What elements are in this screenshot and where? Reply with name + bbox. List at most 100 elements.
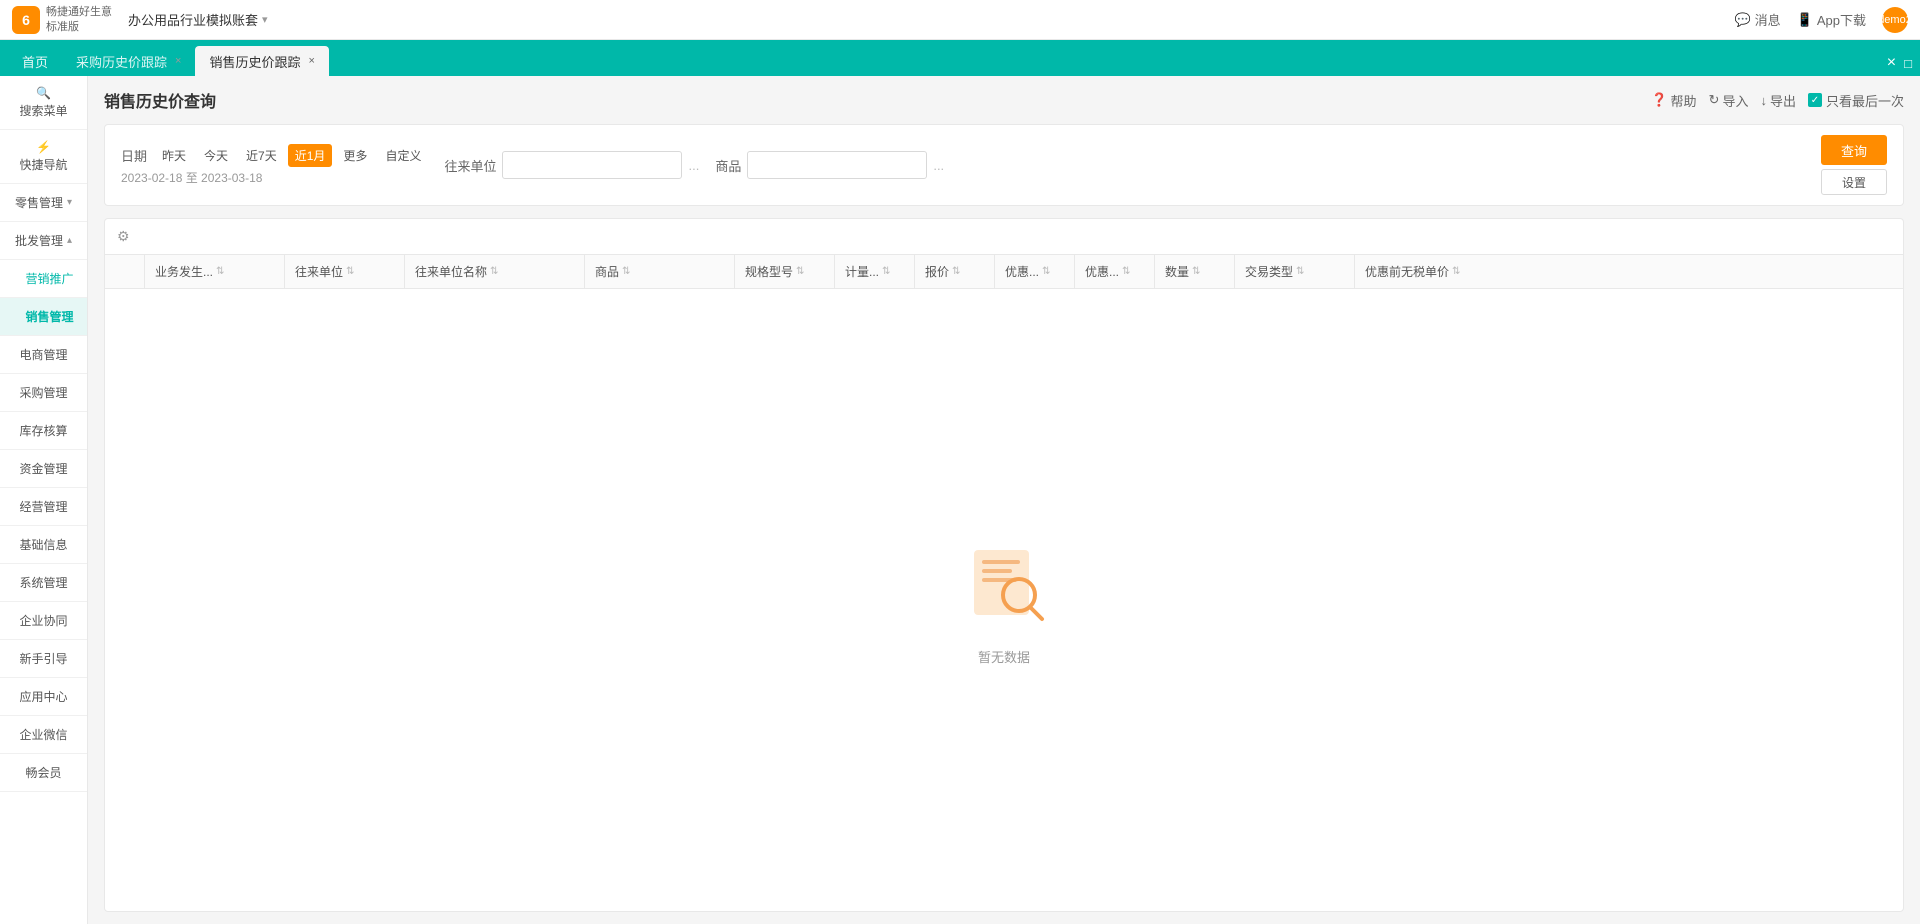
- page-header-actions: ❓ 帮助 ↻ 导入 ↓ 导出 ✓ 只看最后一次: [1651, 91, 1904, 110]
- chevron-down-icon: ▾: [262, 13, 268, 26]
- table-settings-icon[interactable]: ⚙: [117, 228, 130, 245]
- sidebar-item-wholesale-mgmt[interactable]: 批发管理 ▴: [0, 222, 87, 260]
- sidebar-item-search-menu[interactable]: 🔍 搜索菜单: [0, 76, 87, 130]
- product-filter-group: 商品 ...: [715, 151, 944, 179]
- table-container: ⚙ 业务发生... ⇅ 往来单位 ⇅ 往来单位名称 ⇅: [104, 218, 1904, 912]
- tab-purchase-history[interactable]: 采购历史价跟踪 ×: [62, 46, 195, 76]
- app-download-btn[interactable]: 📱 App下载: [1797, 10, 1866, 29]
- chevron-up-icon: ▴: [67, 235, 72, 246]
- th-partner-code[interactable]: 往来单位 ⇅: [285, 255, 405, 288]
- sidebar-item-retail-mgmt[interactable]: 零售管理 ▾: [0, 184, 87, 222]
- tab-bar: 首页 采购历史价跟踪 × 销售历史价跟踪 × × □: [0, 40, 1920, 76]
- partner-input[interactable]: [502, 151, 682, 179]
- sidebar-item-marketing[interactable]: 营销推广: [0, 260, 87, 298]
- workspace-selector[interactable]: 办公用品行业模拟账套 ▾: [120, 10, 276, 29]
- last7days-btn[interactable]: 近7天: [239, 144, 284, 167]
- sidebar-item-system-mgmt[interactable]: 系统管理: [0, 564, 87, 602]
- date-filter-label: 日期: [121, 146, 147, 165]
- maximize-window-btn[interactable]: □: [1904, 56, 1912, 71]
- sidebar: 🔍 搜索菜单 ⚡ 快捷导航 零售管理 ▾ 批发管理 ▴ 营销推广 销售管理 电商…: [0, 76, 88, 924]
- th-spec[interactable]: 规格型号 ⇅: [735, 255, 835, 288]
- product-filter-label: 商品: [715, 156, 741, 175]
- export-icon: ↓: [1760, 93, 1767, 108]
- close-tab-purchase-icon[interactable]: ×: [175, 55, 181, 67]
- more-date-btn[interactable]: 更多: [336, 144, 374, 167]
- sidebar-item-quick-nav[interactable]: ⚡ 快捷导航: [0, 130, 87, 184]
- th-partner-name[interactable]: 往来单位名称 ⇅: [405, 255, 585, 288]
- sort-icon: ⇅: [796, 266, 804, 277]
- top-bar-right: 💬 消息 📱 App下载 demo2: [1734, 7, 1908, 33]
- sidebar-item-new-user-guide[interactable]: 新手引导: [0, 640, 87, 678]
- import-icon: ↻: [1709, 92, 1720, 108]
- filter-right-btns: 查询 设置: [1821, 135, 1887, 195]
- import-btn[interactable]: ↻ 导入: [1709, 91, 1749, 110]
- sidebar-item-sales-mgmt[interactable]: 销售管理: [0, 298, 87, 336]
- sidebar-item-operations-mgmt[interactable]: 经营管理: [0, 488, 87, 526]
- custom-date-btn[interactable]: 自定义: [378, 144, 428, 167]
- filter-bar: 日期 昨天 今天 近7天 近1月 更多 自定义 2023-02-18 至 202…: [104, 124, 1904, 206]
- content-area: 销售历史价查询 ❓ 帮助 ↻ 导入 ↓ 导出 ✓: [88, 76, 1920, 924]
- sidebar-item-app-center[interactable]: 应用中心: [0, 678, 87, 716]
- sort-icon: ⇅: [1122, 266, 1130, 277]
- tab-sales-history[interactable]: 销售历史价跟踪 ×: [195, 46, 328, 76]
- product-input[interactable]: [747, 151, 927, 179]
- nav-icon: ⚡: [36, 140, 51, 154]
- sidebar-item-enterprise-wechat[interactable]: 企业微信: [0, 716, 87, 754]
- message-icon: 💬: [1734, 12, 1750, 28]
- yesterday-btn[interactable]: 昨天: [155, 144, 193, 167]
- sort-icon: ⇅: [882, 266, 890, 277]
- sort-icon: ⇅: [1042, 266, 1050, 277]
- table-header: 业务发生... ⇅ 往来单位 ⇅ 往来单位名称 ⇅ 商品 ⇅: [105, 255, 1903, 289]
- sort-icon: ⇅: [622, 266, 630, 277]
- sort-icon: ⇅: [346, 266, 354, 277]
- export-btn[interactable]: ↓ 导出: [1760, 91, 1796, 110]
- sidebar-item-ecommerce-mgmt[interactable]: 电商管理: [0, 336, 87, 374]
- sidebar-item-inventory-check[interactable]: 库存核算: [0, 412, 87, 450]
- sidebar-item-enterprise-collab[interactable]: 企业协同: [0, 602, 87, 640]
- sidebar-item-basic-info[interactable]: 基础信息: [0, 526, 87, 564]
- empty-state: 暂无数据: [954, 535, 1054, 666]
- top-bar: 6 畅捷通好生意 标准版 办公用品行业模拟账套 ▾ 💬 消息 📱 App下载 d…: [0, 0, 1920, 40]
- th-price[interactable]: 报价 ⇅: [915, 255, 995, 288]
- table-body: 暂无数据: [105, 289, 1903, 911]
- search-icon: 🔍: [36, 86, 51, 100]
- today-btn[interactable]: 今天: [197, 144, 235, 167]
- query-button[interactable]: 查询: [1821, 135, 1887, 165]
- sort-icon: ⇅: [1452, 266, 1460, 277]
- th-quantity[interactable]: 数量 ⇅: [1155, 255, 1235, 288]
- sidebar-item-finance-mgmt[interactable]: 资金管理: [0, 450, 87, 488]
- table-toolbar: ⚙: [105, 219, 1903, 255]
- user-btn[interactable]: demo2: [1882, 7, 1908, 33]
- partner-dots-btn[interactable]: ...: [688, 158, 699, 173]
- logo-icon: 6: [12, 6, 40, 34]
- product-dots-btn[interactable]: ...: [933, 158, 944, 173]
- sort-icon: ⇅: [1296, 266, 1304, 277]
- th-business-date[interactable]: 业务发生... ⇅: [145, 255, 285, 288]
- logo-area: 6 畅捷通好生意 标准版: [12, 5, 112, 34]
- empty-icon: [954, 535, 1054, 635]
- th-product[interactable]: 商品 ⇅: [585, 255, 735, 288]
- sort-icon: ⇅: [1192, 266, 1200, 277]
- help-btn[interactable]: ❓ 帮助: [1651, 91, 1696, 110]
- date-buttons: 昨天 今天 近7天 近1月 更多 自定义: [155, 144, 428, 167]
- sidebar-item-purchase-mgmt[interactable]: 采购管理: [0, 374, 87, 412]
- th-tax-free-price[interactable]: 优惠前无税单价 ⇅: [1355, 255, 1903, 288]
- th-discount2[interactable]: 优惠... ⇅: [1075, 255, 1155, 288]
- page-header: 销售历史价查询 ❓ 帮助 ↻ 导入 ↓ 导出 ✓: [104, 88, 1904, 112]
- th-settings: [105, 255, 145, 288]
- only-last-checkbox[interactable]: ✓ 只看最后一次: [1808, 91, 1904, 110]
- settings-button[interactable]: 设置: [1821, 169, 1887, 195]
- th-unit[interactable]: 计量... ⇅: [835, 255, 915, 288]
- partner-filter-label: 往来单位: [444, 156, 496, 175]
- tab-home[interactable]: 首页: [8, 46, 62, 76]
- top-bar-left: 6 畅捷通好生意 标准版 办公用品行业模拟账套 ▾: [12, 5, 276, 34]
- sort-icon: ⇅: [952, 266, 960, 277]
- message-btn[interactable]: 💬 消息: [1734, 10, 1780, 29]
- sidebar-item-member[interactable]: 畅会员: [0, 754, 87, 792]
- th-trade-type[interactable]: 交易类型 ⇅: [1235, 255, 1355, 288]
- close-window-btn[interactable]: ×: [1887, 54, 1896, 72]
- close-tab-sales-icon[interactable]: ×: [308, 55, 314, 67]
- th-discount1[interactable]: 优惠... ⇅: [995, 255, 1075, 288]
- last1month-btn[interactable]: 近1月: [288, 144, 333, 167]
- logo-text: 畅捷通好生意 标准版: [46, 5, 112, 34]
